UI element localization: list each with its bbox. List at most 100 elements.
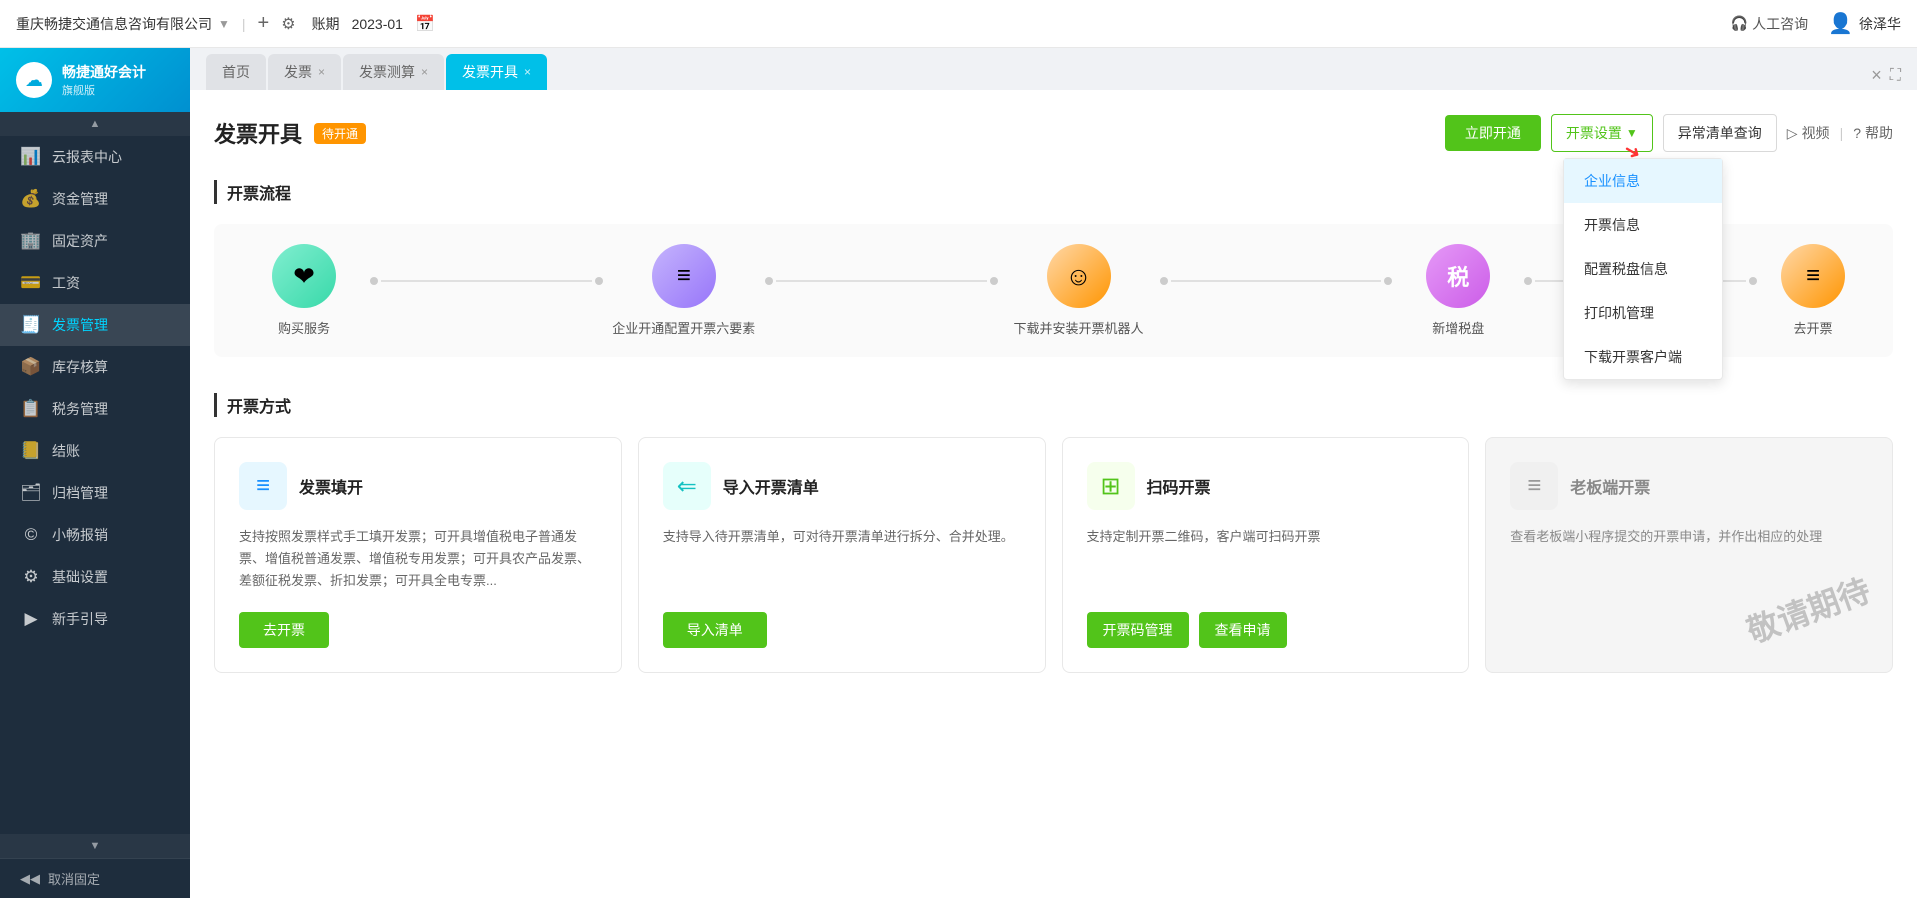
sidebar-scroll-down[interactable]: ▼ — [0, 834, 190, 858]
help-button[interactable]: ? 帮助 — [1853, 123, 1893, 143]
flow-step-buy: ❤ 购买服务 — [244, 244, 364, 337]
dropdown-item-tax-disk[interactable]: 配置税盘信息 — [1564, 247, 1722, 291]
tab-bar: 首页 发票 × 发票测算 × 发票开具 × × ⛶ — [190, 48, 1917, 90]
scan-desc: 支持定制开票二维码，客户端可扫码开票 — [1087, 526, 1445, 592]
sidebar-cancel-pin[interactable]: ◀◀ 取消固定 — [0, 858, 190, 898]
fill-desc: 支持按照发票样式手工填开发票；可开具增值税电子普通发票、增值税普通发票、增值税专… — [239, 526, 597, 592]
flow-label-config: 企业开通配置开票六要素 — [612, 318, 755, 337]
flow-label-download: 下载并安装开票机器人 — [1013, 318, 1143, 337]
fapiao-icon: 🧾 — [20, 315, 42, 335]
flow-icon-buy: ❤ — [272, 244, 336, 308]
tab-close-button[interactable]: × — [1871, 65, 1882, 86]
play-icon: ▷ — [1787, 125, 1798, 142]
pin-icon: ◀◀ — [20, 871, 40, 887]
flow-icon-config: ≡ — [652, 244, 716, 308]
sidebar-item-yunbao[interactable]: 📊 云报表中心 — [0, 136, 190, 178]
import-desc: 支持导入待开票清单，可对待开票清单进行拆分、合并处理。 — [663, 526, 1021, 592]
tab-expand-button[interactable]: ⛶ — [1890, 67, 1901, 85]
yunbao-icon: 📊 — [20, 147, 42, 167]
sidebar-item-jichushezhi[interactable]: ⚙ 基础设置 — [0, 556, 190, 598]
dropdown-item-enterprise[interactable]: 企业信息 — [1564, 159, 1722, 203]
tab-kaifu-close[interactable]: × — [524, 65, 531, 79]
fill-go-button[interactable]: 去开票 — [239, 612, 329, 648]
period-label: 账期 — [312, 14, 340, 34]
methods-section: 开票方式 ≡ 发票填开 支持按照发票样式手工填开发票；可开具增值税电子普通发票、… — [214, 393, 1893, 673]
user-avatar-icon: 👤 — [1828, 11, 1853, 36]
flow-step-config: ≡ 企业开通配置开票六要素 — [609, 244, 759, 337]
flow-step-goinvoice: ≡ 去开票 — [1763, 244, 1863, 337]
boss-icon: ≡ — [1510, 462, 1558, 510]
sidebar-item-jiezhang[interactable]: 📒 结账 — [0, 430, 190, 472]
tab-kaifu-label: 发票开具 — [462, 62, 518, 82]
xiaochang-icon: © — [20, 525, 42, 545]
gongzi-icon: 💳 — [20, 273, 42, 293]
dropdown-item-download-client[interactable]: 下载开票客户端 — [1564, 335, 1722, 379]
help-label: 帮助 — [1865, 123, 1893, 143]
settings-button[interactable]: ⚙ — [281, 14, 295, 34]
guding-label: 固定资产 — [52, 231, 108, 251]
company-selector[interactable]: 重庆畅捷交通信息咨询有限公司 ▼ — [16, 14, 230, 34]
username: 徐泽华 — [1859, 14, 1901, 34]
tab-fapiao[interactable]: 发票 × — [268, 54, 341, 90]
settings-dropdown-menu: ➜ 企业信息 开票信息 配置税盘信息 打印机管理 — [1563, 158, 1723, 380]
tab-fapiao-close[interactable]: × — [318, 65, 325, 79]
sidebar-item-guidang[interactable]: 🗂 归档管理 — [0, 472, 190, 514]
abnormal-list-button[interactable]: 异常清单查询 — [1663, 114, 1777, 152]
flow-step-download: ☺ 下载并安装开票机器人 — [1004, 244, 1154, 337]
boss-title: 老板端开票 — [1570, 474, 1650, 498]
tab-fapiao-label: 发票 — [284, 62, 312, 82]
flow-icon-goinvoice: ≡ — [1781, 244, 1845, 308]
settings-label: 开票设置 — [1566, 123, 1622, 143]
calendar-button[interactable]: 📅 — [415, 14, 435, 34]
immediate-open-button[interactable]: 立即开通 — [1445, 115, 1541, 151]
import-icon: ⇐ — [663, 462, 711, 510]
dropdown-item-printer[interactable]: 打印机管理 — [1564, 291, 1722, 335]
method-card-fill: ≡ 发票填开 支持按照发票样式手工填开发票；可开具增值税电子普通发票、增值税普通… — [214, 437, 622, 673]
import-button[interactable]: 导入清单 — [663, 612, 767, 648]
add-company-button[interactable]: + — [258, 12, 270, 35]
tab-fapiaokaifu[interactable]: 发票开具 × — [446, 54, 547, 90]
flow-icon-taxdisk: 税 — [1426, 244, 1490, 308]
guidang-icon: 🗂 — [20, 483, 42, 503]
guding-icon: 🏢 — [20, 231, 42, 251]
logo-icon: ☁ — [16, 62, 52, 98]
sidebar-item-shuiwu[interactable]: 📋 税务管理 — [0, 388, 190, 430]
tab-home-label: 首页 — [222, 62, 250, 82]
page-content: 发票开具 待开通 立即开通 开票设置 ▼ ➜ 企业信息 — [190, 90, 1917, 898]
sidebar-item-gudingzichan[interactable]: 🏢 固定资产 — [0, 220, 190, 262]
jiezhang-label: 结账 — [52, 441, 80, 461]
flow-connector-1 — [364, 277, 609, 285]
sidebar-scroll-up[interactable]: ▲ — [0, 112, 190, 136]
sidebar-item-fapiao[interactable]: 🧾 发票管理 — [0, 304, 190, 346]
methods-section-title: 开票方式 — [214, 393, 1893, 417]
tab-cesuan-close[interactable]: × — [421, 65, 428, 79]
xinshou-icon: ▶ — [20, 609, 42, 629]
scan-view-button[interactable]: 查看申请 — [1199, 612, 1287, 648]
user-info[interactable]: 👤 徐泽华 — [1828, 11, 1901, 36]
consultant-button[interactable]: 🎧 人工咨询 — [1731, 14, 1808, 34]
dropdown-item-invoice-info[interactable]: 开票信息 — [1564, 203, 1722, 247]
headset-icon: 🎧 — [1731, 15, 1748, 32]
video-button[interactable]: ▷ 视频 — [1787, 123, 1830, 143]
fapiao-label: 发票管理 — [52, 315, 108, 335]
sep-pipe: | — [1840, 125, 1844, 141]
kucun-icon: 📦 — [20, 357, 42, 377]
consultant-label: 人工咨询 — [1752, 14, 1808, 34]
sidebar-item-xinshouyindao[interactable]: ▶ 新手引导 — [0, 598, 190, 640]
sidebar-item-zijin[interactable]: 💰 资金管理 — [0, 178, 190, 220]
flow-step-taxdisk: 税 新增税盘 — [1398, 244, 1518, 337]
fill-icon: ≡ — [239, 462, 287, 510]
sidebar-item-xiaochang[interactable]: © 小畅报销 — [0, 514, 190, 556]
sidebar-item-gongzi[interactable]: 💳 工资 — [0, 262, 190, 304]
import-title: 导入开票清单 — [723, 474, 819, 498]
yunbao-label: 云报表中心 — [52, 147, 122, 167]
tab-home[interactable]: 首页 — [206, 54, 266, 90]
content-area: 首页 发票 × 发票测算 × 发票开具 × × ⛶ — [190, 48, 1917, 898]
shuiwu-icon: 📋 — [20, 399, 42, 419]
tab-fapiaocesuan[interactable]: 发票测算 × — [343, 54, 444, 90]
period-value: 2023-01 — [352, 16, 403, 32]
methods-grid: ≡ 发票填开 支持按照发票样式手工填开发票；可开具增值税电子普通发票、增值税普通… — [214, 437, 1893, 673]
sidebar-item-kucun[interactable]: 📦 库存核算 — [0, 346, 190, 388]
flow-icon-download: ☺ — [1047, 244, 1111, 308]
scan-code-button[interactable]: 开票码管理 — [1087, 612, 1189, 648]
